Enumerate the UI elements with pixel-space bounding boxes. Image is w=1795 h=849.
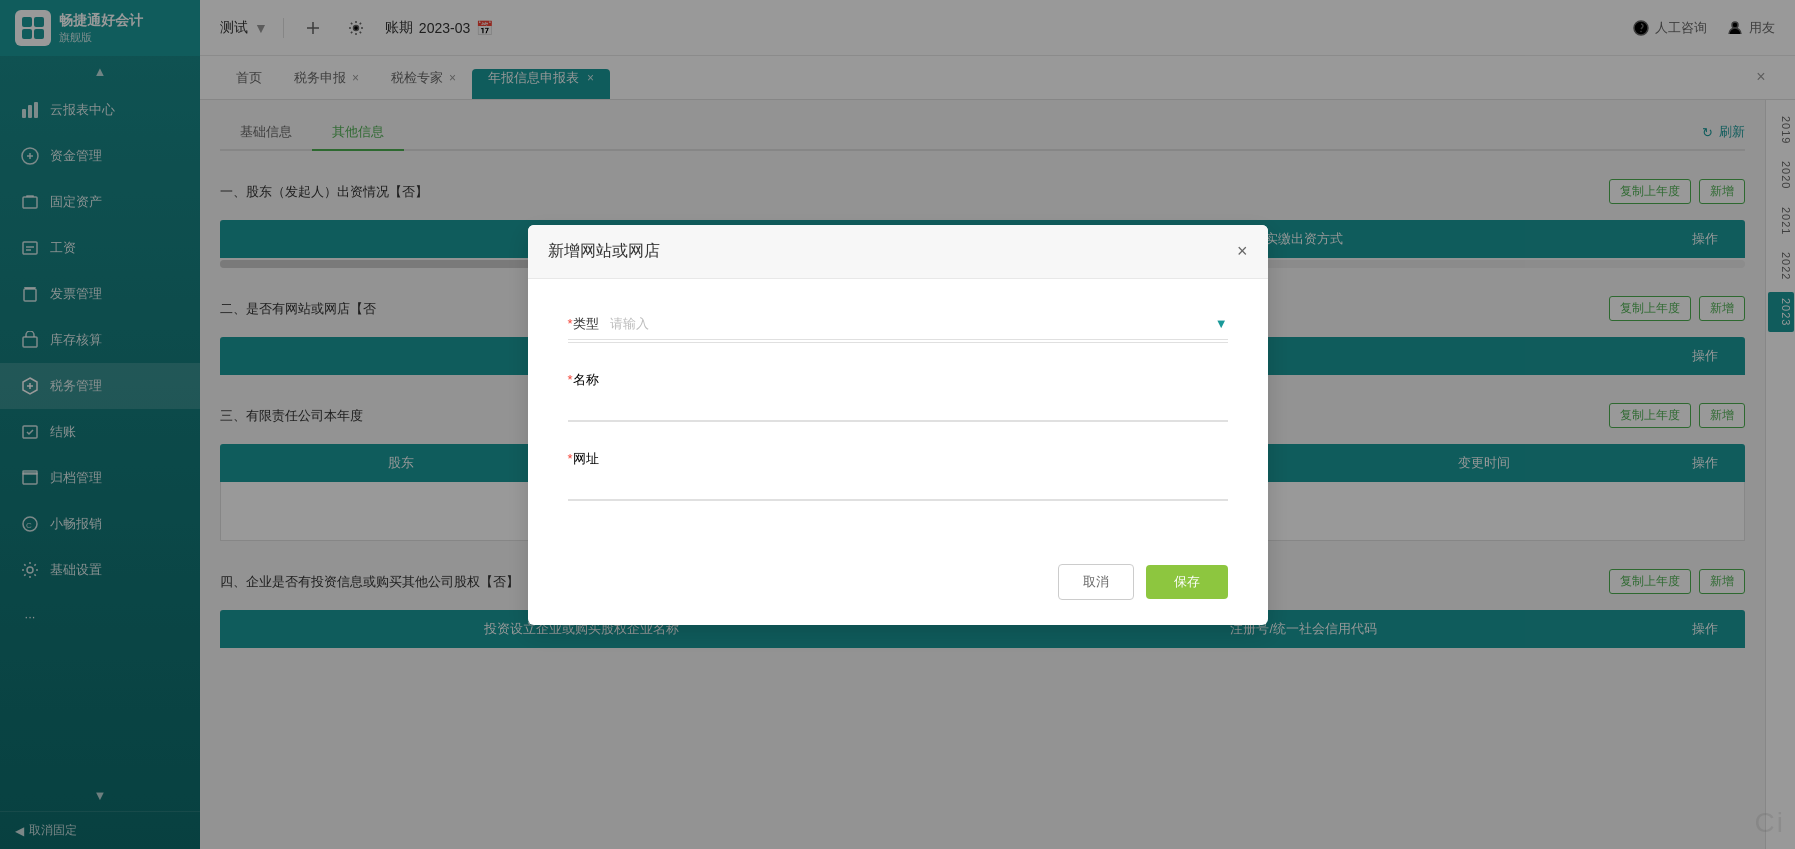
url-label: 网址 bbox=[573, 451, 599, 466]
type-label: *类型 请输入 bbox=[568, 315, 650, 333]
form-row-type: *类型 请输入 ▼ bbox=[568, 309, 1228, 343]
type-field-line bbox=[568, 342, 1228, 343]
url-label-row: *网址 bbox=[568, 450, 1228, 468]
dialog-overlay: 新增网站或网店 × *类型 请输入 ▼ *名称 bbox=[0, 0, 1795, 849]
url-field-line bbox=[568, 500, 1228, 501]
form-row-name: *名称 bbox=[568, 371, 1228, 422]
dialog-body: *类型 请输入 ▼ *名称 *网址 bbox=[528, 279, 1268, 549]
save-button[interactable]: 保存 bbox=[1146, 565, 1228, 599]
form-row-url: *网址 bbox=[568, 450, 1228, 501]
add-website-dialog: 新增网站或网店 × *类型 请输入 ▼ *名称 bbox=[528, 225, 1268, 625]
name-field-line bbox=[568, 421, 1228, 422]
name-label-row: *名称 bbox=[568, 371, 1228, 389]
dialog-footer: 取消 保存 bbox=[528, 549, 1268, 625]
url-input[interactable] bbox=[568, 472, 1228, 500]
type-select[interactable]: *类型 请输入 ▼ bbox=[568, 309, 1228, 340]
name-label: 名称 bbox=[573, 372, 599, 387]
name-input[interactable] bbox=[568, 393, 1228, 421]
dialog-close-button[interactable]: × bbox=[1237, 242, 1248, 260]
type-placeholder: 请输入 bbox=[610, 316, 649, 331]
cancel-button[interactable]: 取消 bbox=[1058, 564, 1134, 600]
dialog-header: 新增网站或网店 × bbox=[528, 225, 1268, 279]
dropdown-icon: ▼ bbox=[1215, 316, 1228, 331]
dialog-title: 新增网站或网店 bbox=[548, 241, 660, 262]
